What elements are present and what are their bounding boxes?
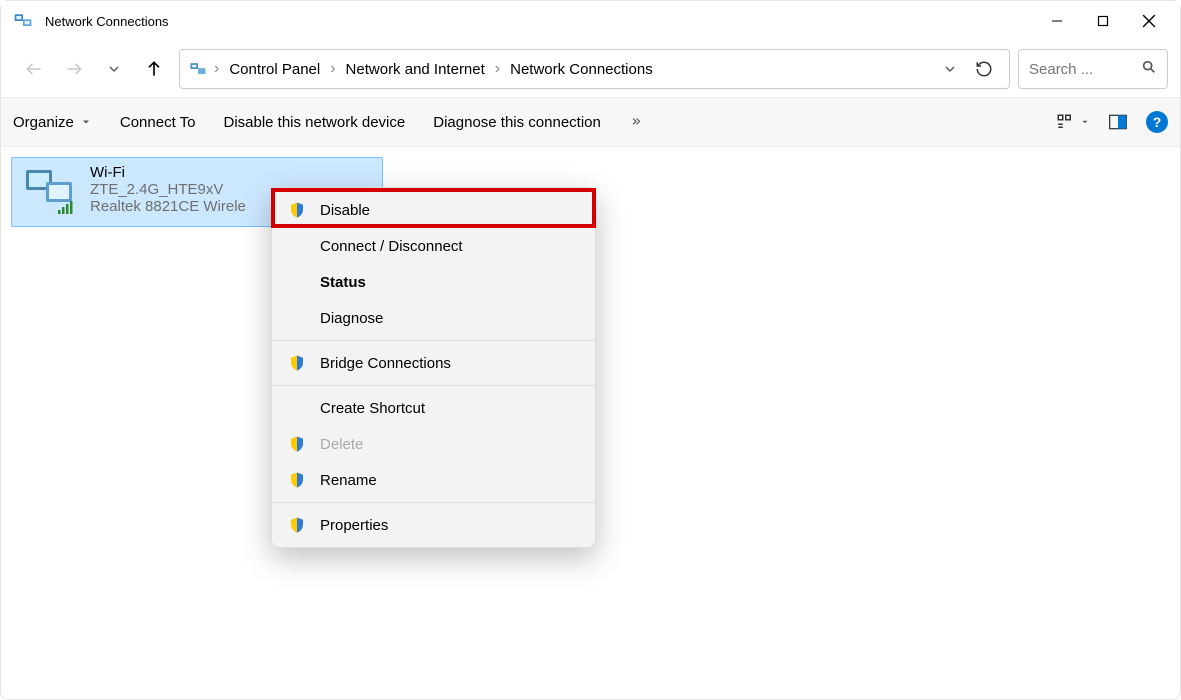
breadcrumb[interactable]: › Control Panel › Network and Internet ›… xyxy=(179,49,1010,89)
menu-status[interactable]: Status xyxy=(272,264,595,300)
menu-connect-disconnect[interactable]: Connect / Disconnect xyxy=(272,228,595,264)
menu-separator xyxy=(272,385,595,386)
content-area: Wi-Fi ZTE_2.4G_HTE9xV Realtek 8821CE Wir… xyxy=(1,147,1180,699)
recent-button[interactable] xyxy=(103,58,125,80)
search-input[interactable] xyxy=(1029,61,1133,78)
refresh-button[interactable] xyxy=(967,60,1001,78)
shield-icon xyxy=(288,516,306,534)
view-options-button[interactable] xyxy=(1056,113,1090,131)
shield-icon xyxy=(288,471,306,489)
menu-disable[interactable]: Disable xyxy=(272,192,595,228)
context-menu: Disable Connect / Disconnect Status Diag… xyxy=(271,187,596,548)
disable-device-button[interactable]: Disable this network device xyxy=(223,114,405,131)
breadcrumb-item[interactable]: Control Panel xyxy=(223,61,326,78)
menu-separator xyxy=(272,340,595,341)
organize-button[interactable]: Organize xyxy=(13,114,92,131)
app-icon xyxy=(13,11,33,31)
search-icon[interactable] xyxy=(1141,59,1157,80)
search-box[interactable] xyxy=(1018,49,1168,89)
up-button[interactable] xyxy=(143,58,165,80)
breadcrumb-icon xyxy=(188,59,208,79)
connect-to-button[interactable]: Connect To xyxy=(120,114,196,131)
network-adapter-icon xyxy=(22,164,78,220)
adapter-device: Realtek 8821CE Wirele xyxy=(90,198,246,215)
toolbar: Organize Connect To Disable this network… xyxy=(1,97,1180,147)
nav-bar: › Control Panel › Network and Internet ›… xyxy=(1,41,1180,97)
breadcrumb-item[interactable]: Network Connections xyxy=(504,61,659,78)
menu-create-shortcut[interactable]: Create Shortcut xyxy=(272,390,595,426)
chevron-right-icon[interactable]: › xyxy=(491,60,504,78)
forward-button[interactable] xyxy=(63,58,85,80)
shield-icon xyxy=(288,435,306,453)
breadcrumb-item[interactable]: Network and Internet xyxy=(340,61,491,78)
minimize-button[interactable] xyxy=(1034,1,1080,41)
menu-delete: Delete xyxy=(272,426,595,462)
close-button[interactable] xyxy=(1126,1,1172,41)
menu-bridge-connections[interactable]: Bridge Connections xyxy=(272,345,595,381)
window-controls xyxy=(1034,1,1172,41)
menu-diagnose[interactable]: Diagnose xyxy=(272,300,595,336)
breadcrumb-dropdown[interactable] xyxy=(933,61,967,77)
diagnose-button[interactable]: Diagnose this connection xyxy=(433,114,601,131)
adapter-network: ZTE_2.4G_HTE9xV xyxy=(90,181,246,198)
help-button[interactable]: ? xyxy=(1146,111,1168,133)
maximize-button[interactable] xyxy=(1080,1,1126,41)
menu-separator xyxy=(272,502,595,503)
chevron-right-icon[interactable]: › xyxy=(210,60,223,78)
shield-icon xyxy=(288,354,306,372)
menu-properties[interactable]: Properties xyxy=(272,507,595,543)
window-title: Network Connections xyxy=(45,14,169,29)
title-bar: Network Connections xyxy=(1,1,1180,41)
shield-icon xyxy=(288,201,306,219)
chevron-right-icon[interactable]: › xyxy=(326,60,339,78)
back-button[interactable] xyxy=(23,58,45,80)
preview-pane-button[interactable] xyxy=(1108,112,1128,132)
overflow-button[interactable] xyxy=(629,115,643,129)
menu-rename[interactable]: Rename xyxy=(272,462,595,498)
adapter-name: Wi-Fi xyxy=(90,164,246,181)
